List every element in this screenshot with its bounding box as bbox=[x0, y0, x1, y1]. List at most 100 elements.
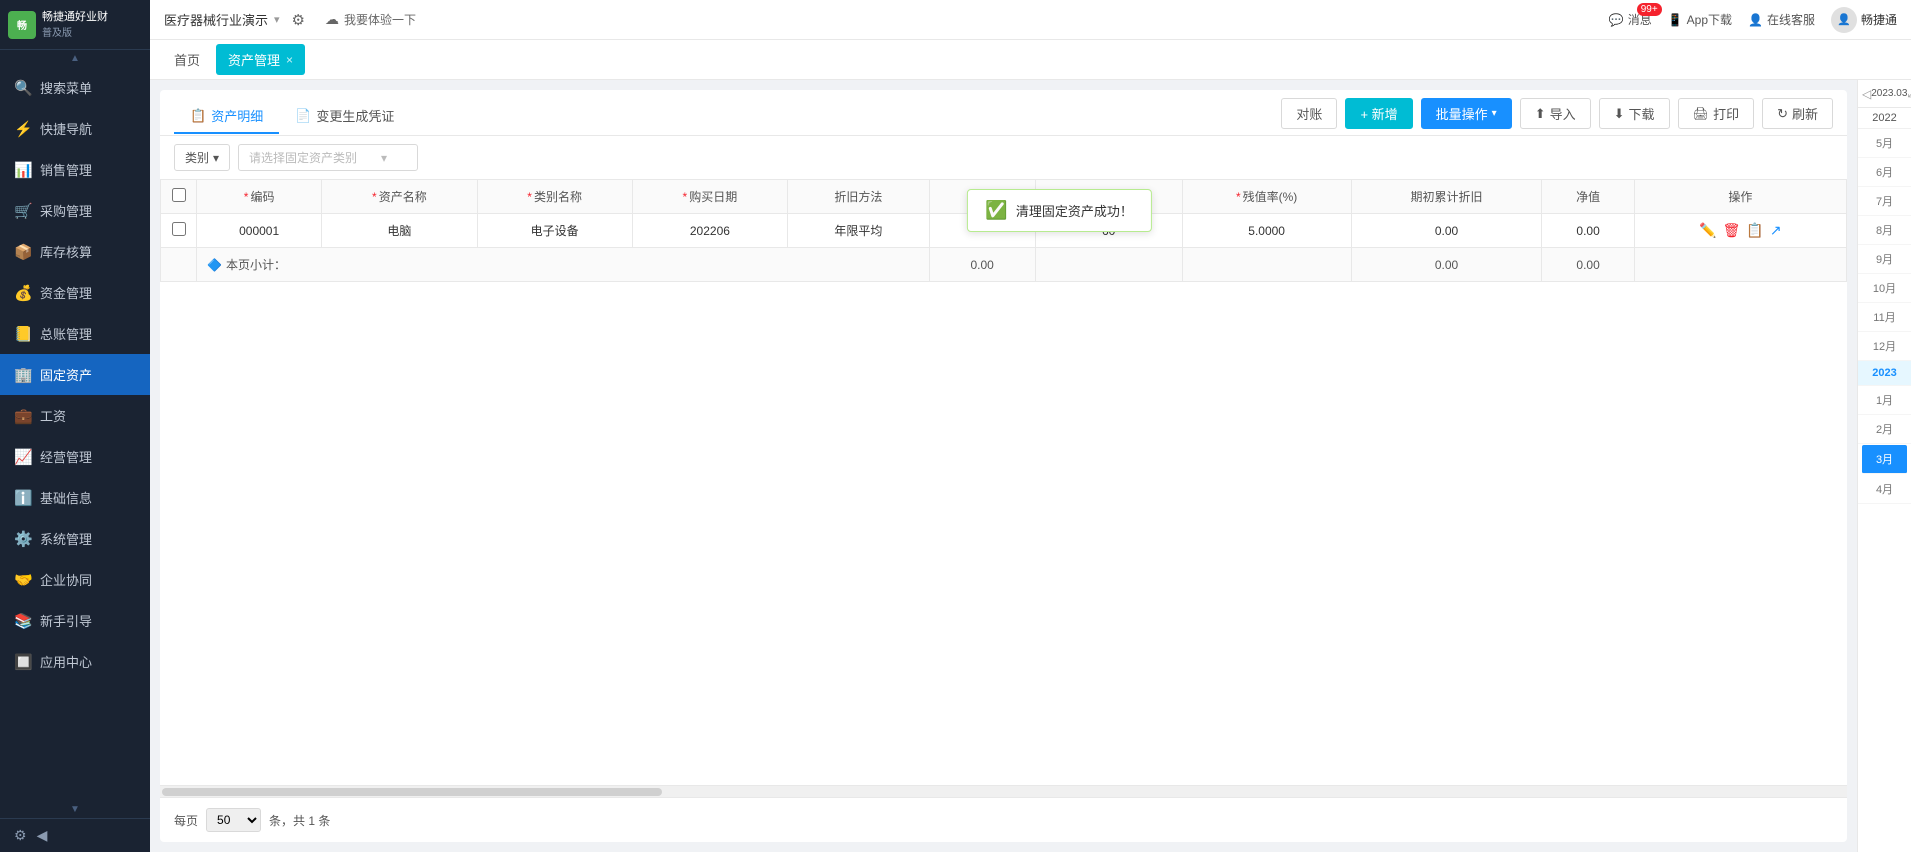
print-label: 打印 bbox=[1713, 104, 1739, 123]
sidebar-item-tutorial[interactable]: 📚新手引导 bbox=[0, 600, 150, 641]
sidebar-item-purchase[interactable]: 🛒采购管理 bbox=[0, 190, 150, 231]
timeline-month-7月[interactable]: 7月 bbox=[1858, 187, 1911, 216]
sidebar-item-salary[interactable]: 💼工资 bbox=[0, 395, 150, 436]
row-net-value-0: 0.00 bbox=[1542, 214, 1634, 248]
select-all-checkbox[interactable] bbox=[172, 188, 186, 202]
collapse-icon[interactable]: ◀ bbox=[37, 827, 48, 844]
row-actions-0: ✏️ 🗑 📋 ↗ bbox=[1634, 214, 1846, 248]
subtotal-label-cell: 🔷 本页小计： bbox=[197, 248, 930, 282]
col-accumulated-depreciation: 期初累计折旧 bbox=[1351, 180, 1542, 214]
print-btn[interactable]: 🖨 打印 bbox=[1678, 98, 1755, 129]
batch-ops-label: 批量操作 bbox=[1436, 104, 1488, 123]
asset-category-select[interactable]: 请选择固定资产类别 ▾ bbox=[238, 144, 418, 171]
topbar: 医疗器械行业演示 ▾ ⚙ ☁ 我要体验一下 💬 消息 99+ 📱 App下载 👤… bbox=[150, 0, 1911, 40]
new-btn[interactable]: + 新增 bbox=[1345, 98, 1412, 129]
copy-icon-0[interactable]: 📋 bbox=[1746, 222, 1763, 239]
timeline-month-10月[interactable]: 10月 bbox=[1858, 274, 1911, 303]
col-purchase-date: *购买日期 bbox=[632, 180, 787, 214]
sidebar-item-system[interactable]: ⚙️系统管理 bbox=[0, 518, 150, 559]
download-btn[interactable]: ⬇ 下载 bbox=[1599, 98, 1670, 129]
sidebar-scroll-down[interactable]: ▼ bbox=[0, 801, 150, 818]
timeline-month-4[interactable]: 4月 bbox=[1858, 475, 1911, 504]
timeline-month-12月[interactable]: 12月 bbox=[1858, 332, 1911, 361]
messages-badge: 99+ bbox=[1637, 3, 1662, 16]
sidebar-item-quick-nav[interactable]: ⚡快捷导航 bbox=[0, 108, 150, 149]
toolbar-buttons: 对账 + 新增 批量操作 ▾ ⬆ 导入 ⬇ 下载 bbox=[1281, 98, 1833, 135]
sidebar-label-tutorial: 新手引导 bbox=[40, 611, 92, 630]
col-name: *资产名称 bbox=[322, 180, 477, 214]
asset-category-placeholder: 请选择固定资产类别 bbox=[249, 149, 357, 166]
sidebar-item-fixed-assets[interactable]: 🏢固定资产 bbox=[0, 354, 150, 395]
subtotal-empty-4 bbox=[1634, 248, 1846, 282]
col-depreciation-method: 折旧方法 bbox=[788, 180, 930, 214]
subtotal-row: 🔷 本页小计： 0.00 0.00 0.00 bbox=[161, 248, 1847, 282]
change-voucher-icon: 📄 bbox=[295, 108, 311, 124]
company-name: 医疗器械行业演示 bbox=[164, 10, 268, 29]
subtotal-icon: 🔷 bbox=[207, 258, 222, 272]
sidebar-label-basic-info: 基础信息 bbox=[40, 488, 92, 507]
print-icon: 🖨 bbox=[1693, 106, 1710, 122]
timeline-year-2023[interactable]: 2023 bbox=[1858, 361, 1911, 386]
delete-icon-0[interactable]: 🗑 bbox=[1723, 222, 1741, 239]
timeline-month-9月[interactable]: 9月 bbox=[1858, 245, 1911, 274]
select-all-header[interactable] bbox=[161, 180, 197, 214]
company-selector[interactable]: 医疗器械行业演示 ▾ bbox=[164, 10, 280, 29]
category-filter[interactable]: 类别 ▾ bbox=[174, 144, 230, 171]
sidebar-item-ledger[interactable]: 📒总账管理 bbox=[0, 313, 150, 354]
experience-btn[interactable]: ☁ 我要体验一下 bbox=[325, 11, 416, 28]
app-download-icon: 📱 bbox=[1668, 13, 1683, 27]
sidebar-item-finance[interactable]: 💰资金管理 bbox=[0, 272, 150, 313]
content-card: 📋 资产明细 📄 变更生成凭证 对账 + 新增 批量操作 ▾ bbox=[160, 90, 1847, 842]
sidebar-item-inventory[interactable]: 📦库存核算 bbox=[0, 231, 150, 272]
sidebar-item-basic-info[interactable]: ℹ️基础信息 bbox=[0, 477, 150, 518]
toast-message: 清理固定资产成功！ bbox=[1016, 201, 1133, 220]
tab-home[interactable]: 首页 bbox=[162, 44, 212, 75]
timeline-expand-icon[interactable]: ⤢ bbox=[1907, 86, 1911, 101]
app-download-btn[interactable]: 📱 App下载 bbox=[1668, 11, 1732, 28]
sidebar-item-operations[interactable]: 📈经营管理 bbox=[0, 436, 150, 477]
ledger-icon: 📒 bbox=[14, 325, 32, 343]
tab-change-voucher[interactable]: 📄 变更生成凭证 bbox=[279, 99, 410, 134]
messages-icon: 💬 bbox=[1609, 13, 1624, 27]
h-scrollbar-thumb[interactable] bbox=[162, 788, 662, 796]
edit-icon-0[interactable]: ✏️ bbox=[1699, 222, 1716, 239]
refresh-btn[interactable]: ↻ 刷新 bbox=[1762, 98, 1833, 129]
user-menu[interactable]: 👤 畅捷通 bbox=[1831, 7, 1897, 33]
topbar-settings-icon[interactable]: ⚙ bbox=[292, 11, 305, 29]
category-filter-label: 类别 bbox=[185, 149, 209, 166]
online-service-btn[interactable]: 👤 在线客服 bbox=[1748, 11, 1815, 28]
import-btn[interactable]: ⬆ 导入 bbox=[1520, 98, 1591, 129]
timeline-month-5月[interactable]: 5月 bbox=[1858, 129, 1911, 158]
timeline-year-2022[interactable]: 2022 bbox=[1858, 108, 1911, 129]
timeline-month-11月[interactable]: 11月 bbox=[1858, 303, 1911, 332]
sidebar-item-app-center[interactable]: 🔲应用中心 bbox=[0, 641, 150, 682]
company-arrow-icon: ▾ bbox=[274, 13, 280, 26]
main-area: 医疗器械行业演示 ▾ ⚙ ☁ 我要体验一下 💬 消息 99+ 📱 App下载 👤… bbox=[150, 0, 1911, 852]
timeline-month-3[interactable]: 3月 bbox=[1862, 445, 1907, 474]
row-checkbox-cell[interactable] bbox=[161, 214, 197, 248]
reconcile-btn[interactable]: 对账 bbox=[1281, 98, 1337, 129]
sidebar-item-search[interactable]: 🔍搜索菜单 bbox=[0, 67, 150, 108]
table-wrapper: *编码 *资产名称 *类别名称 *购买日期 折旧方法 *原值 *期限(月) *残… bbox=[160, 179, 1847, 785]
batch-ops-btn[interactable]: 批量操作 ▾ bbox=[1421, 98, 1512, 129]
row-checkbox-0[interactable] bbox=[172, 222, 186, 236]
tab-asset-management[interactable]: 资产管理 × bbox=[216, 44, 305, 75]
horizontal-scrollbar[interactable] bbox=[160, 785, 1847, 797]
timeline-month-1[interactable]: 1月 bbox=[1858, 386, 1911, 415]
tab-close-icon[interactable]: × bbox=[286, 53, 293, 67]
timeline-month-2[interactable]: 2月 bbox=[1858, 415, 1911, 444]
subtotal-empty-3 bbox=[1182, 248, 1351, 282]
per-page-select[interactable]: 50 100 200 bbox=[206, 808, 261, 832]
download-icon: ⬇ bbox=[1614, 106, 1625, 122]
tab-asset-list[interactable]: 📋 资产明细 bbox=[174, 99, 279, 134]
messages-btn[interactable]: 💬 消息 99+ bbox=[1609, 11, 1652, 28]
timeline-toggle-icon[interactable]: ◁ bbox=[1862, 87, 1871, 101]
more-icon-0[interactable]: ↗ bbox=[1770, 222, 1782, 239]
settings-icon[interactable]: ⚙ bbox=[14, 827, 27, 844]
sidebar-item-enterprise[interactable]: 🤝企业协同 bbox=[0, 559, 150, 600]
col-net-value: 净值 bbox=[1542, 180, 1634, 214]
sidebar-item-sales[interactable]: 📊销售管理 bbox=[0, 149, 150, 190]
sidebar-scroll-up[interactable]: ▲ bbox=[0, 50, 150, 67]
timeline-month-6月[interactable]: 6月 bbox=[1858, 158, 1911, 187]
timeline-month-8月[interactable]: 8月 bbox=[1858, 216, 1911, 245]
